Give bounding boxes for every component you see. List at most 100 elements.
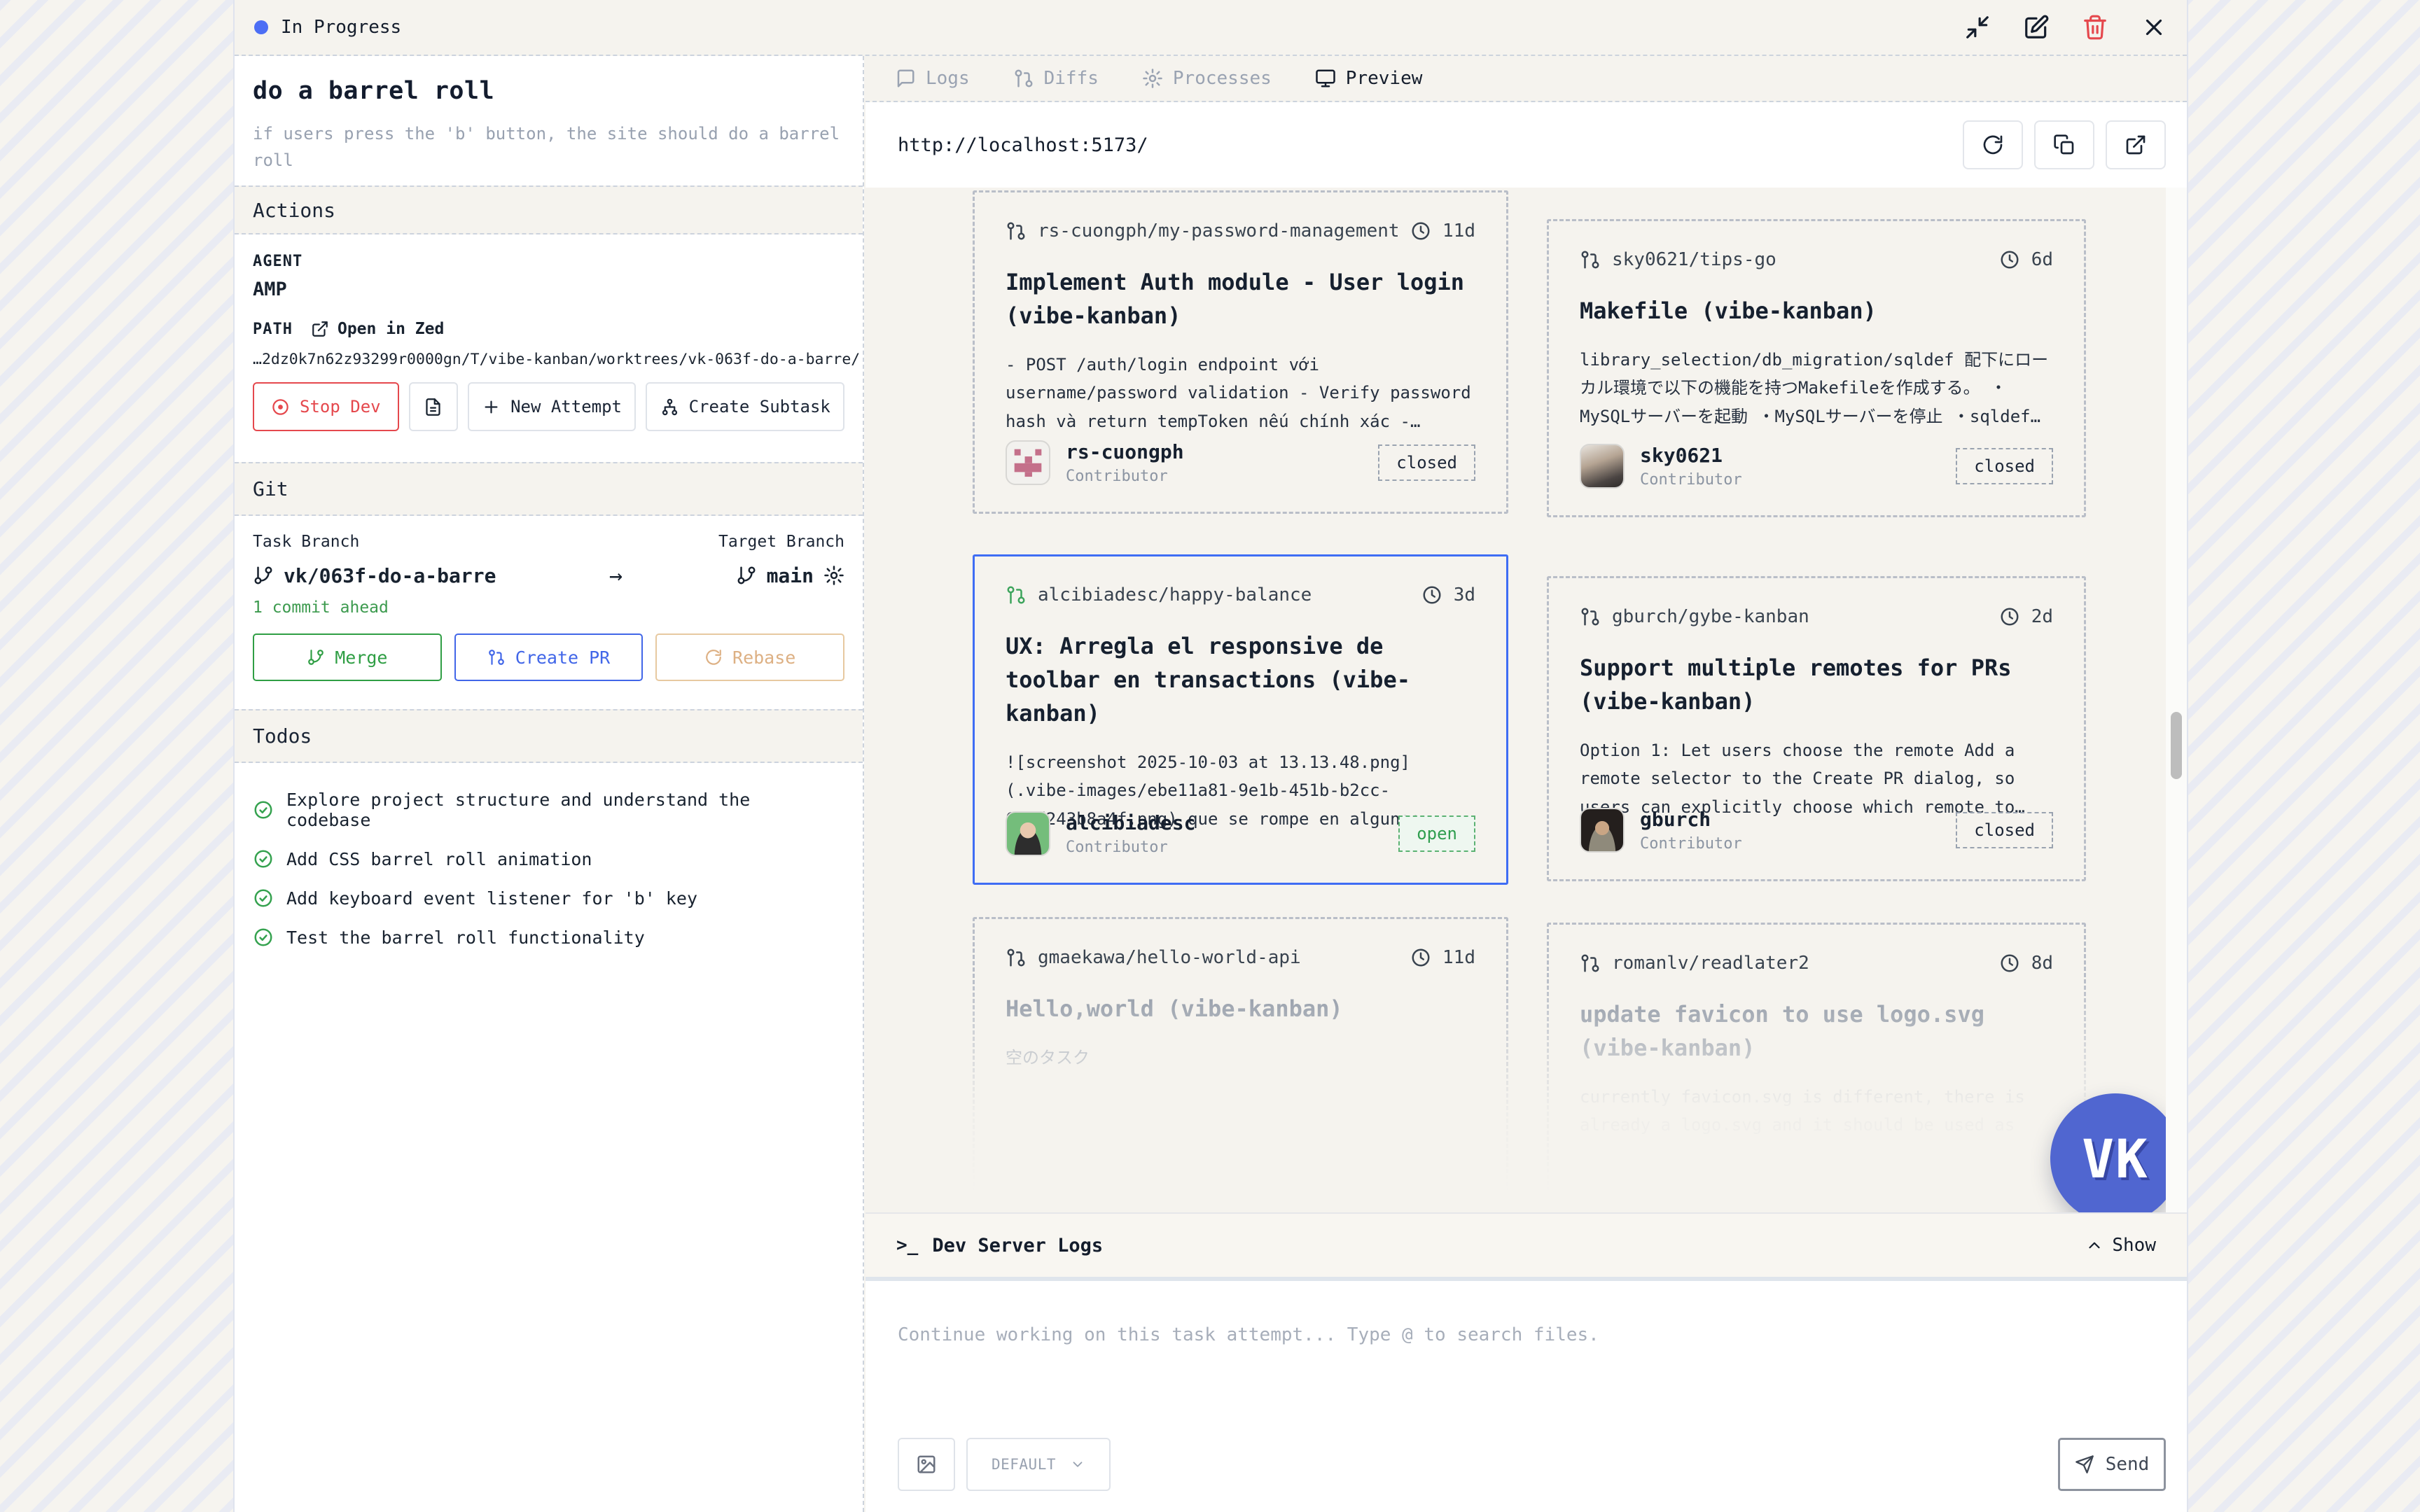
- vibe-kanban-logo[interactable]: VK: [2050, 1093, 2181, 1212]
- pr-card[interactable]: sky0621/tips-go 6d Makefile (vibe-kanban…: [1547, 219, 2086, 517]
- pull-request-icon: [1007, 948, 1025, 967]
- url-input[interactable]: http://localhost:5173/: [898, 134, 1963, 156]
- target-branch-label: Target Branch: [718, 533, 844, 551]
- create-pr-button[interactable]: Create PR: [454, 634, 644, 681]
- message-input[interactable]: [865, 1285, 2187, 1439]
- card-age: 3d: [1453, 584, 1475, 606]
- agent-value: AMP: [253, 279, 287, 300]
- attach-image-button[interactable]: [898, 1438, 955, 1491]
- merge-button[interactable]: Merge: [253, 634, 442, 681]
- card-age: 8d: [2031, 953, 2053, 974]
- pr-card-selected[interactable]: alcibiadesc/happy-balance 3d UX: Arregla…: [973, 554, 1508, 885]
- tab-logs[interactable]: Logs: [895, 68, 970, 89]
- stop-dev-button[interactable]: Stop Dev: [253, 382, 399, 431]
- branch-icon: [254, 566, 272, 584]
- tab-preview[interactable]: Preview: [1315, 68, 1422, 89]
- pull-request-icon: [1015, 69, 1033, 88]
- create-subtask-button[interactable]: Create Subtask: [646, 382, 844, 431]
- card-title: UX: Arregla el responsive de toolbar en …: [1006, 633, 1410, 727]
- open-in-zed-link[interactable]: Open in Zed: [311, 320, 444, 338]
- detail-main: Logs Diffs Processes Preview http://loca…: [865, 56, 2187, 1512]
- status-badge: closed: [1956, 448, 2053, 484]
- status-dot-icon: [254, 20, 268, 34]
- fork-icon: [662, 398, 677, 415]
- dev-script-button[interactable]: [408, 382, 458, 431]
- show-logs-toggle[interactable]: Show: [2085, 1235, 2156, 1256]
- status-badge: closed: [1378, 1196, 1475, 1212]
- check-circle-icon: [254, 801, 272, 819]
- pr-card[interactable]: gburch/gybe-kanban 2d Support multiple r…: [1547, 576, 2086, 881]
- avatar: [1580, 444, 1625, 489]
- rebase-button[interactable]: Rebase: [655, 634, 845, 681]
- pull-request-icon: [1581, 251, 1599, 269]
- gear-icon[interactable]: [823, 565, 844, 586]
- card-author: gburch: [1640, 808, 1711, 831]
- todo-item: Test the barrel roll functionality: [253, 927, 844, 948]
- pull-request-icon: [488, 650, 504, 665]
- commits-ahead: 1 commit ahead: [253, 598, 389, 617]
- pr-card[interactable]: romanlv/readlater2 8d update favicon to …: [1547, 923, 2086, 1212]
- pr-card[interactable]: gmaekawa/hello-world-api 11d Hello,world…: [973, 917, 1508, 1212]
- tab-diffs[interactable]: Diffs: [1013, 68, 1099, 89]
- avatar: [1006, 440, 1050, 485]
- plus-icon: [485, 400, 498, 413]
- check-circle-icon: [254, 928, 272, 946]
- tab-processes[interactable]: Processes: [1142, 68, 1272, 89]
- clock-icon: [2001, 954, 2019, 972]
- status-badge: closed: [1378, 444, 1475, 481]
- card-description: currently favicon.svg is different, ther…: [1580, 1087, 2025, 1135]
- message-icon: [897, 69, 915, 88]
- terminal-prompt-icon: >_: [896, 1235, 919, 1256]
- send-button[interactable]: Send: [2058, 1438, 2166, 1491]
- card-age: 11d: [1442, 947, 1475, 968]
- card-repo: alcibiadesc/happy-balance: [1038, 584, 1312, 606]
- todo-item: Explore project structure and understand…: [253, 790, 844, 830]
- clock-icon: [2001, 608, 2019, 626]
- close-icon[interactable]: [2141, 14, 2167, 41]
- image-icon: [917, 1455, 936, 1474]
- card-repo: romanlv/readlater2: [1612, 953, 1809, 974]
- dev-server-logs-bar[interactable]: >_ Dev Server Logs Show: [865, 1212, 2187, 1281]
- task-branch-label: Task Branch: [253, 533, 360, 551]
- monitor-icon: [1316, 69, 1335, 88]
- path-label: PATH: [253, 320, 293, 338]
- avatar: [1006, 1192, 1050, 1212]
- open-external-button[interactable]: [2106, 120, 2166, 169]
- send-icon: [2075, 1455, 2094, 1474]
- minimize-icon[interactable]: [1964, 14, 1991, 41]
- check-circle-icon: [254, 889, 272, 907]
- external-link-icon: [312, 321, 328, 337]
- clock-icon: [1423, 586, 1441, 604]
- scrollbar-thumb[interactable]: [2171, 712, 2182, 779]
- variant-select[interactable]: DEFAULT: [966, 1438, 1111, 1491]
- card-author: rs-cuongph: [1066, 440, 1184, 463]
- task-sidebar: do a barrel roll if users press the 'b' …: [235, 56, 864, 1512]
- card-age: 6d: [2031, 249, 2053, 270]
- copy-icon: [2054, 134, 2074, 155]
- preview-viewport: rs-cuongph/my-password-management 11d Im…: [865, 188, 2187, 1212]
- refresh-button[interactable]: [1963, 120, 2023, 169]
- status-badge: open: [1398, 816, 1475, 852]
- new-attempt-button[interactable]: New Attempt: [467, 382, 637, 431]
- status-label: In Progress: [281, 17, 402, 38]
- card-description: library_selection/db_migration/sqldef 配下…: [1580, 350, 2049, 426]
- check-circle-icon: [254, 850, 272, 868]
- scrollbar-track[interactable]: [2166, 188, 2187, 1212]
- gear-icon: [1143, 69, 1162, 88]
- card-title: Implement Auth module - User login (vibe…: [1006, 269, 1465, 329]
- pr-card[interactable]: rs-cuongph/my-password-management 11d Im…: [973, 190, 1508, 514]
- clock-icon: [2001, 251, 2019, 269]
- avatar: [1006, 811, 1050, 856]
- section-header-git: Git: [235, 462, 863, 516]
- section-header-todos: Todos: [235, 709, 863, 763]
- delete-icon[interactable]: [2082, 14, 2108, 41]
- todo-item: Add CSS barrel roll animation: [253, 848, 844, 869]
- script-icon: [426, 398, 440, 416]
- copy-url-button[interactable]: [2034, 120, 2094, 169]
- card-repo: sky0621/tips-go: [1612, 249, 1776, 270]
- pixel-avatar-icon: [1014, 449, 1042, 477]
- pull-request-icon: [1007, 222, 1025, 240]
- task-branch-name: vk/063f-do-a-barre: [284, 564, 496, 587]
- edit-icon[interactable]: [2023, 14, 2050, 41]
- modal-header: In Progress: [235, 0, 2187, 56]
